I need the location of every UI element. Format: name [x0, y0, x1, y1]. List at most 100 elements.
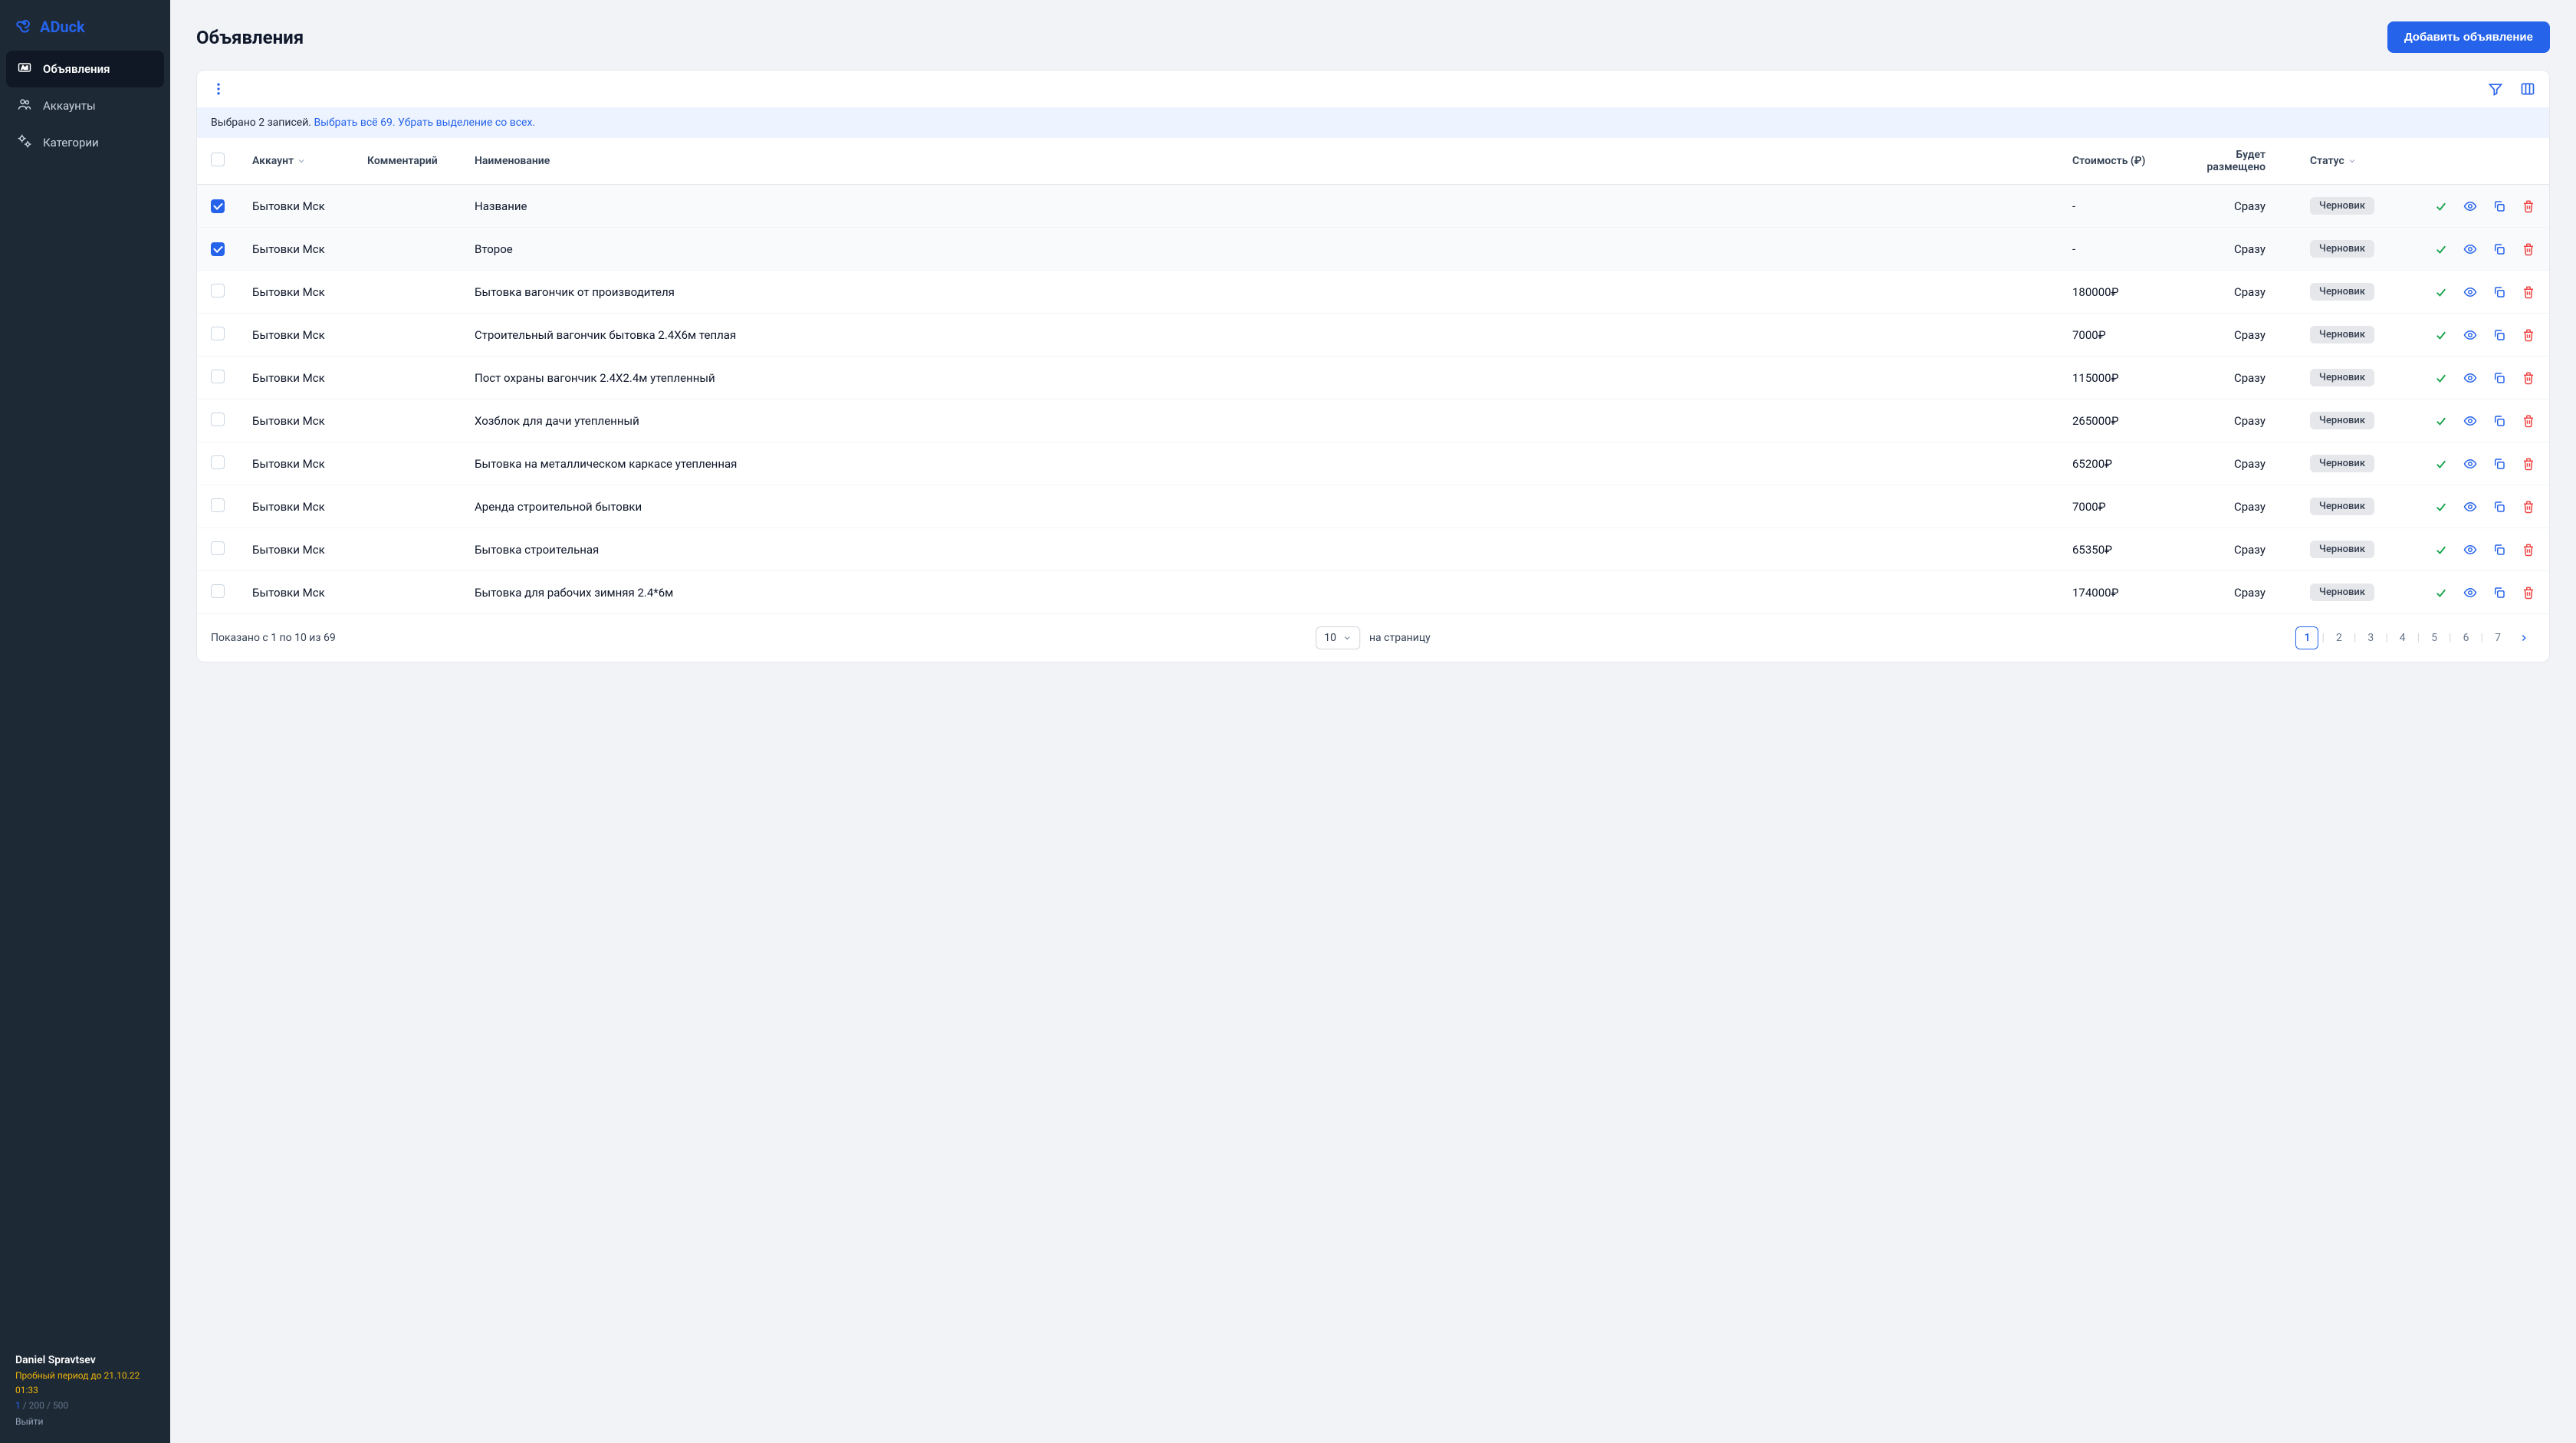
sidebar-item-2[interactable]: Категории: [6, 124, 164, 161]
copy-button[interactable]: [2492, 199, 2506, 213]
more-actions-button[interactable]: [211, 81, 226, 97]
filter-icon: [2488, 81, 2503, 97]
page-2[interactable]: 2: [2328, 626, 2351, 649]
deselect-all-link[interactable]: Убрать выделение со всех.: [396, 117, 536, 129]
view-button[interactable]: [2463, 371, 2477, 385]
row-checkbox[interactable]: [211, 498, 225, 512]
select-all-link[interactable]: Выбрать всё 69.: [314, 117, 395, 129]
copy-button[interactable]: [2492, 586, 2506, 600]
chevron-down-icon: [297, 156, 306, 166]
page-1[interactable]: 1: [2295, 626, 2318, 649]
cell-placed: Сразу: [2174, 185, 2296, 228]
page-3[interactable]: 3: [2359, 626, 2382, 649]
filter-button[interactable]: [2488, 81, 2503, 97]
view-button[interactable]: [2463, 242, 2477, 256]
approve-button[interactable]: [2434, 543, 2448, 557]
row-checkbox[interactable]: [211, 413, 225, 426]
approve-button[interactable]: [2434, 586, 2448, 600]
delete-button[interactable]: [2522, 199, 2535, 213]
svg-text:Ad: Ad: [21, 66, 28, 71]
copy-button[interactable]: [2492, 285, 2506, 299]
header-account[interactable]: Аккаунт: [252, 155, 306, 167]
sidebar-item-0[interactable]: AdОбъявления: [6, 51, 164, 87]
delete-button[interactable]: [2522, 285, 2535, 299]
copy-button[interactable]: [2492, 414, 2506, 428]
cell-account: Бытовки Мск: [238, 271, 353, 314]
row-checkbox[interactable]: [211, 199, 225, 213]
approve-button[interactable]: [2434, 500, 2448, 514]
results-summary: Показано с 1 по 10 из 69: [211, 632, 336, 644]
delete-button[interactable]: [2522, 414, 2535, 428]
approve-button[interactable]: [2434, 371, 2448, 385]
cell-price: 174000₽: [2058, 571, 2174, 614]
row-checkbox[interactable]: [211, 242, 225, 256]
status-badge: Черновик: [2310, 412, 2374, 429]
view-button[interactable]: [2463, 414, 2477, 428]
main: Объявления Добавить объявление: [170, 0, 2576, 1443]
page-7[interactable]: 7: [2486, 626, 2509, 649]
copy-button[interactable]: [2492, 543, 2506, 557]
page-size-select[interactable]: 10: [1316, 626, 1360, 649]
approve-button[interactable]: [2434, 242, 2448, 256]
columns-button[interactable]: [2520, 81, 2535, 97]
delete-button[interactable]: [2522, 328, 2535, 342]
row-checkbox[interactable]: [211, 370, 225, 383]
view-button[interactable]: [2463, 457, 2477, 471]
copy-button[interactable]: [2492, 457, 2506, 471]
delete-button[interactable]: [2522, 543, 2535, 557]
delete-button[interactable]: [2522, 586, 2535, 600]
delete-button[interactable]: [2522, 371, 2535, 385]
approve-button[interactable]: [2434, 199, 2448, 213]
view-button[interactable]: [2463, 199, 2477, 213]
delete-button[interactable]: [2522, 242, 2535, 256]
copy-button[interactable]: [2492, 328, 2506, 342]
select-all-checkbox[interactable]: [211, 153, 225, 166]
next-page-button[interactable]: [2512, 626, 2535, 649]
sidebar-item-1[interactable]: Аккаунты: [6, 87, 164, 124]
view-button[interactable]: [2463, 500, 2477, 514]
view-button[interactable]: [2463, 586, 2477, 600]
table-row: Бытовки Мск Аренда строительной бытовки …: [197, 485, 2549, 528]
add-ad-button[interactable]: Добавить объявление: [2387, 21, 2550, 53]
header-comment[interactable]: Комментарий: [353, 138, 461, 185]
header-placed[interactable]: Будет размещено: [2174, 138, 2296, 185]
copy-button[interactable]: [2492, 242, 2506, 256]
cell-comment: [353, 399, 461, 442]
copy-button[interactable]: [2492, 371, 2506, 385]
cell-account: Бытовки Мск: [238, 571, 353, 614]
page-6[interactable]: 6: [2455, 626, 2478, 649]
approve-button[interactable]: [2434, 328, 2448, 342]
row-checkbox[interactable]: [211, 584, 225, 598]
cell-price: 265000₽: [2058, 399, 2174, 442]
table-row: Бытовки Мск Бытовка для рабочих зимняя 2…: [197, 571, 2549, 614]
cell-account: Бытовки Мск: [238, 314, 353, 357]
page-5[interactable]: 5: [2423, 626, 2446, 649]
selection-count: Выбрано 2 записей.: [211, 117, 314, 129]
status-badge: Черновик: [2310, 283, 2374, 301]
approve-button[interactable]: [2434, 414, 2448, 428]
view-button[interactable]: [2463, 543, 2477, 557]
header-price[interactable]: Стоимость (₽): [2058, 138, 2174, 185]
cell-price: 180000₽: [2058, 271, 2174, 314]
view-button[interactable]: [2463, 285, 2477, 299]
header-status[interactable]: Статус: [2310, 155, 2357, 167]
status-badge: Черновик: [2310, 197, 2374, 215]
row-checkbox[interactable]: [211, 455, 225, 469]
brand[interactable]: ADuck: [0, 0, 170, 51]
row-checkbox[interactable]: [211, 327, 225, 340]
ad-icon: Ad: [17, 60, 32, 78]
cell-name: Строительный вагончик бытовка 2.4Х6м теп…: [461, 314, 2058, 357]
row-checkbox[interactable]: [211, 284, 225, 297]
approve-button[interactable]: [2434, 457, 2448, 471]
header-name[interactable]: Наименование: [461, 138, 2058, 185]
approve-button[interactable]: [2434, 285, 2448, 299]
view-button[interactable]: [2463, 328, 2477, 342]
logout-link[interactable]: Выйти: [15, 1415, 43, 1429]
page-4[interactable]: 4: [2391, 626, 2414, 649]
row-checkbox[interactable]: [211, 541, 225, 555]
status-badge: Черновик: [2310, 326, 2374, 343]
delete-button[interactable]: [2522, 457, 2535, 471]
duck-icon: [14, 17, 34, 37]
copy-button[interactable]: [2492, 500, 2506, 514]
delete-button[interactable]: [2522, 500, 2535, 514]
